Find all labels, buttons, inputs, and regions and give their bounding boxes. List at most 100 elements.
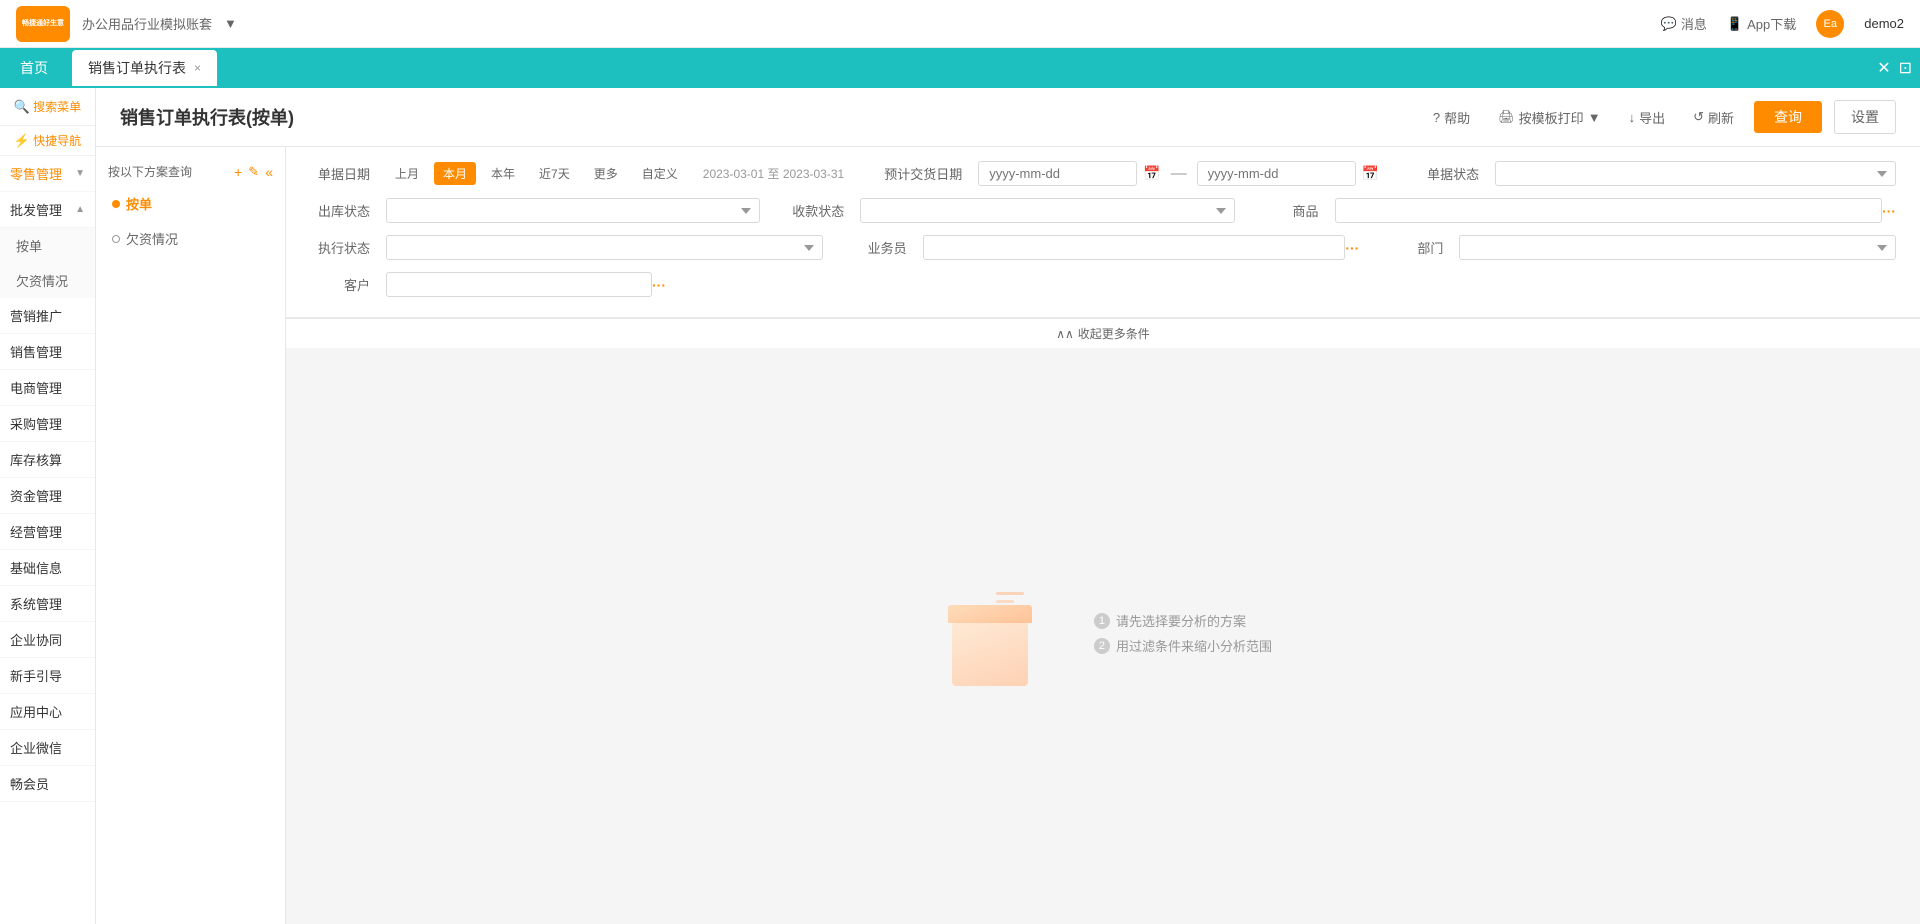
- avatar[interactable]: Ea: [1816, 10, 1844, 38]
- app-download-button[interactable]: 📱 App下载: [1727, 14, 1796, 33]
- left-panel-header: 按以下方案查询 + ✎ «: [96, 157, 285, 186]
- collapse-panel-button[interactable]: «: [265, 164, 273, 180]
- logo-text: 畅捷通好生意: [22, 20, 64, 28]
- close-window-button[interactable]: ✕: [1877, 58, 1890, 78]
- add-scheme-button[interactable]: +: [234, 164, 242, 180]
- goods-dots-icon[interactable]: ···: [1882, 203, 1896, 219]
- left-panel-title: 按以下方案查询: [108, 163, 192, 180]
- customer-dots-icon[interactable]: ···: [652, 277, 666, 293]
- sidebar-item-purchase[interactable]: 采购管理: [0, 406, 95, 442]
- sidebar-item-guide[interactable]: 新手引导: [0, 658, 95, 694]
- message-label: 消息: [1681, 14, 1707, 33]
- goods-input[interactable]: [1335, 198, 1882, 223]
- inactive-dot-icon: [112, 235, 120, 243]
- delivery-date-to[interactable]: [1197, 161, 1356, 186]
- refresh-button[interactable]: ↺ 刷新: [1685, 104, 1742, 131]
- left-panel-item-按单[interactable]: 按单: [96, 186, 285, 221]
- exec-status-select[interactable]: [386, 235, 823, 260]
- sidebar-item-member[interactable]: 畅会员: [0, 766, 95, 802]
- payment-status-select[interactable]: [860, 198, 1234, 223]
- filter-row-3: 执行状态 业务员 ··· 部门: [310, 235, 1896, 260]
- hint-text-2: 用过滤条件来缩小分析范围: [1116, 636, 1272, 655]
- print-button[interactable]: 🖨 按模板打印 ▼: [1490, 104, 1608, 131]
- tab-home[interactable]: 首页: [0, 48, 68, 88]
- calendar-to-icon[interactable]: 📅: [1362, 165, 1379, 182]
- sidebar-item-finance[interactable]: 资金管理: [0, 478, 95, 514]
- date-btn-last-month[interactable]: 上月: [386, 162, 428, 185]
- sidebar-item-retail[interactable]: 零售管理 ▼: [0, 156, 95, 192]
- sidebar-nav[interactable]: ⚡ 快捷导航: [0, 126, 95, 156]
- hint-num-2: 2: [1094, 638, 1110, 654]
- left-panel-item-欠资情况-label: 欠资情况: [126, 229, 178, 248]
- ship-status-label: 出库状态: [310, 201, 370, 220]
- date-btn-more[interactable]: 更多: [585, 162, 627, 185]
- date-btn-custom[interactable]: 自定义: [633, 162, 687, 185]
- page-actions: ? 帮助 🖨 按模板打印 ▼ ↓ 导出 ↺ 刷新 查询 设置: [1425, 100, 1896, 134]
- sparkle-lines: [996, 592, 1024, 603]
- body-layout: 按以下方案查询 + ✎ « 按单 欠资情况: [96, 147, 1920, 924]
- sidebar-item-ecom[interactable]: 电商管理: [0, 370, 95, 406]
- expand-window-button[interactable]: ⊡: [1899, 58, 1912, 78]
- sidebar-item-marketing[interactable]: 营销推广: [0, 298, 95, 334]
- sidebar-item-enterprise[interactable]: 企业协同: [0, 622, 95, 658]
- sidebar-item-wholesale[interactable]: 批发管理 ▲: [0, 192, 95, 228]
- sidebar-item-system[interactable]: 系统管理: [0, 586, 95, 622]
- tab-home-label: 首页: [20, 58, 48, 78]
- salesperson-dots-icon[interactable]: ···: [1345, 240, 1359, 256]
- empty-illustration: [934, 586, 1054, 686]
- date-btn-this-year[interactable]: 本年: [482, 162, 524, 185]
- dept-select[interactable]: [1459, 235, 1896, 260]
- sidebar-item-inventory-label: 库存核算: [10, 450, 62, 469]
- doc-status-select[interactable]: [1495, 161, 1896, 186]
- active-dot-icon: [112, 200, 120, 208]
- salesperson-input[interactable]: [923, 235, 1346, 260]
- sidebar-item-wechat[interactable]: 企业微信: [0, 730, 95, 766]
- search-label: 搜索菜单: [33, 98, 81, 115]
- filter-row-4: 客户 ···: [310, 272, 1896, 297]
- page-header: 销售订单执行表(按单) ? 帮助 🖨 按模板打印 ▼ ↓ 导出 ↺ 刷新: [96, 88, 1920, 147]
- date-btn-7days[interactable]: 近7天: [530, 162, 579, 185]
- help-button[interactable]: ? 帮助: [1425, 104, 1478, 131]
- sidebar-item-finance-label: 资金管理: [10, 486, 62, 505]
- refresh-label: 刷新: [1708, 108, 1734, 127]
- tabbar-right: ✕ ⊡: [1877, 58, 1920, 78]
- sidebar-item-app-label: 应用中心: [10, 702, 62, 721]
- message-button[interactable]: 💬 消息: [1661, 14, 1707, 33]
- customer-input[interactable]: [386, 272, 652, 297]
- sidebar-item-app[interactable]: 应用中心: [0, 694, 95, 730]
- box-body: [952, 621, 1028, 686]
- sidebar-search[interactable]: 🔍 搜索菜单: [0, 88, 95, 126]
- sidebar-item-inventory[interactable]: 库存核算: [0, 442, 95, 478]
- tabbar: 首页 销售订单执行表 × ✕ ⊡: [0, 48, 1920, 88]
- date-btn-this-month[interactable]: 本月: [434, 162, 476, 185]
- tab-active-label: 销售订单执行表: [88, 58, 186, 78]
- sidebar-sub-按单[interactable]: 按单: [0, 228, 95, 263]
- left-panel-item-欠资情况[interactable]: 欠资情况: [96, 221, 285, 256]
- sidebar-item-marketing-label: 营销推广: [10, 306, 62, 325]
- sidebar-item-sales[interactable]: 销售管理: [0, 334, 95, 370]
- sidebar-item-operation[interactable]: 经营管理: [0, 514, 95, 550]
- edit-scheme-button[interactable]: ✎: [248, 164, 259, 180]
- export-button[interactable]: ↓ 导出: [1621, 104, 1674, 131]
- collapse-bar[interactable]: ∧∧ 收起更多条件: [286, 318, 1920, 348]
- query-button[interactable]: 查询: [1754, 101, 1822, 133]
- tab-close-icon[interactable]: ×: [194, 61, 201, 75]
- sidebar-item-basic[interactable]: 基础信息: [0, 550, 95, 586]
- sidebar-sub-欠资情况[interactable]: 欠资情况: [0, 263, 95, 298]
- tab-active[interactable]: 销售订单执行表 ×: [72, 50, 217, 86]
- calendar-from-icon[interactable]: 📅: [1143, 165, 1160, 182]
- delivery-date-label: 预计交货日期: [884, 164, 962, 183]
- settings-button[interactable]: 设置: [1834, 100, 1896, 134]
- delivery-date-from[interactable]: [978, 161, 1137, 186]
- payment-status-field: [860, 198, 1234, 223]
- nav-label: 快捷导航: [33, 132, 81, 149]
- collapse-up-icon: ∧∧: [1056, 327, 1074, 341]
- page-title: 销售订单执行表(按单): [120, 104, 294, 130]
- username-label[interactable]: demo2: [1864, 16, 1904, 31]
- date-separator: —: [1167, 165, 1191, 183]
- ship-status-select[interactable]: [386, 198, 760, 223]
- app-dropdown[interactable]: ▼: [224, 16, 237, 31]
- ship-status-field: [386, 198, 760, 223]
- sidebar-item-guide-label: 新手引导: [10, 666, 62, 685]
- content: 销售订单执行表(按单) ? 帮助 🖨 按模板打印 ▼ ↓ 导出 ↺ 刷新: [96, 88, 1920, 924]
